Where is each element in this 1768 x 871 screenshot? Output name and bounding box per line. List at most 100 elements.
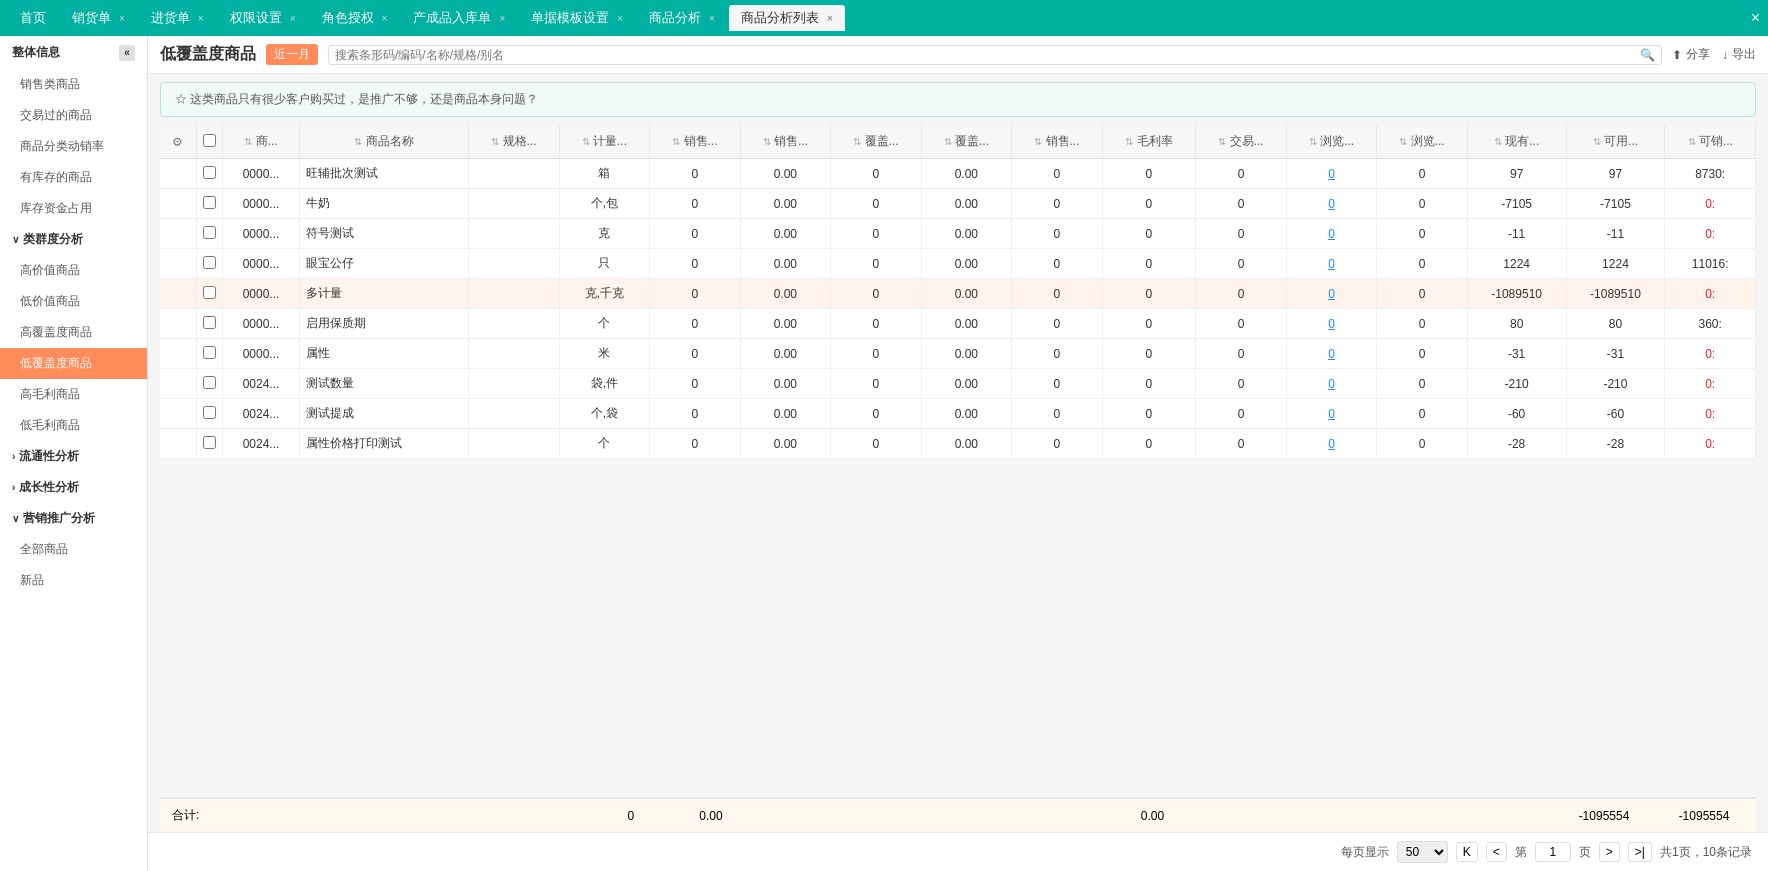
- row-browse1[interactable]: 0: [1286, 399, 1377, 429]
- sidebar-item-high-value[interactable]: 高价值商品: [0, 255, 147, 286]
- current-stock-col-header[interactable]: ⇅ 现有...: [1467, 125, 1566, 159]
- cover2-col-header[interactable]: ⇅ 覆盖...: [921, 125, 1012, 159]
- page-number-input[interactable]: [1535, 842, 1571, 862]
- nav-tab-purchase[interactable]: 进货单 ×: [139, 5, 216, 31]
- sidebar-whole-info-header[interactable]: 整体信息 «: [0, 36, 147, 69]
- row-browse1[interactable]: 0: [1286, 309, 1377, 339]
- row-checkbox[interactable]: [196, 189, 222, 219]
- time-filter-button[interactable]: 近一月: [266, 44, 318, 65]
- unit-col-header[interactable]: ⇅ 计量...: [559, 125, 650, 159]
- prev-page-button[interactable]: <: [1486, 842, 1507, 862]
- sidebar-item-capital[interactable]: 库存资金占用: [0, 193, 147, 224]
- close-goods-list-icon[interactable]: ×: [827, 13, 833, 24]
- select-all-checkbox[interactable]: [203, 134, 216, 147]
- cover1-col-header[interactable]: ⇅ 覆盖...: [831, 125, 922, 159]
- nav-tab-template[interactable]: 单据模板设置 ×: [519, 5, 635, 31]
- nav-tab-roles[interactable]: 角色授权 ×: [310, 5, 400, 31]
- code-col-header[interactable]: ⇅ 商...: [222, 125, 299, 159]
- row-select-checkbox[interactable]: [203, 256, 216, 269]
- sidebar-item-high-coverage[interactable]: 高覆盖度商品: [0, 317, 147, 348]
- settings-col-header[interactable]: ⚙: [160, 125, 196, 159]
- row-select-checkbox[interactable]: [203, 436, 216, 449]
- row-checkbox[interactable]: [196, 219, 222, 249]
- last-page-button[interactable]: >|: [1628, 842, 1652, 862]
- sidebar-item-category-rate[interactable]: 商品分类动销率: [0, 131, 147, 162]
- close-purchase-icon[interactable]: ×: [198, 13, 204, 24]
- row-select-checkbox[interactable]: [203, 196, 216, 209]
- browse1-col-header[interactable]: ⇅ 浏览...: [1286, 125, 1377, 159]
- close-roles-icon[interactable]: ×: [382, 13, 388, 24]
- row-checkbox[interactable]: [196, 309, 222, 339]
- row-select-checkbox[interactable]: [203, 376, 216, 389]
- sidebar-item-low-value[interactable]: 低价值商品: [0, 286, 147, 317]
- row-checkbox[interactable]: [196, 399, 222, 429]
- nav-tab-goods-analysis-list[interactable]: 商品分析列表 ×: [729, 5, 845, 31]
- table-settings-icon[interactable]: ⚙: [172, 135, 183, 149]
- total-current-stock: -1095554: [1564, 809, 1644, 823]
- trans-col-header[interactable]: ⇅ 交易...: [1196, 125, 1287, 159]
- first-page-button[interactable]: K: [1456, 842, 1478, 862]
- sidebar-item-high-margin[interactable]: 高毛利商品: [0, 379, 147, 410]
- row-browse1[interactable]: 0: [1286, 429, 1377, 459]
- search-input[interactable]: [335, 48, 1636, 62]
- row-browse1[interactable]: 0: [1286, 249, 1377, 279]
- row-checkbox[interactable]: [196, 339, 222, 369]
- nav-tab-sales[interactable]: 销货单 ×: [60, 5, 137, 31]
- sidebar-item-new-goods[interactable]: 新品: [0, 565, 147, 596]
- sidebar-group-cluster[interactable]: ∨ 类群度分析: [0, 224, 147, 255]
- row-checkbox[interactable]: [196, 279, 222, 309]
- row-select-checkbox[interactable]: [203, 316, 216, 329]
- export-button[interactable]: ↓ 导出: [1722, 46, 1756, 63]
- sellable-col-header[interactable]: ⇅ 可销...: [1665, 125, 1756, 159]
- spec-col-header[interactable]: ⇅ 规格...: [469, 125, 560, 159]
- sidebar-item-in-stock[interactable]: 有库存的商品: [0, 162, 147, 193]
- close-permissions-icon[interactable]: ×: [290, 13, 296, 24]
- row-select-checkbox[interactable]: [203, 166, 216, 179]
- nav-tab-home[interactable]: 首页: [8, 5, 58, 31]
- row-checkbox[interactable]: [196, 429, 222, 459]
- sidebar-item-all-goods[interactable]: 全部商品: [0, 534, 147, 565]
- row-browse1[interactable]: 0: [1286, 279, 1377, 309]
- name-col-header[interactable]: ⇅ 商品名称: [300, 125, 469, 159]
- row-browse1[interactable]: 0: [1286, 369, 1377, 399]
- nav-tab-permissions[interactable]: 权限设置 ×: [218, 5, 308, 31]
- sales2-col-header[interactable]: ⇅ 销售...: [1012, 125, 1103, 159]
- sidebar-group-liquidity[interactable]: › 流通性分析: [0, 441, 147, 472]
- row-browse1[interactable]: 0: [1286, 219, 1377, 249]
- sidebar-item-sales-goods[interactable]: 销售类商品: [0, 69, 147, 100]
- row-browse1[interactable]: 0: [1286, 339, 1377, 369]
- available-col-header[interactable]: ⇅ 可用...: [1566, 125, 1665, 159]
- nav-tab-production[interactable]: 产成品入库单 ×: [401, 5, 517, 31]
- row-select-checkbox[interactable]: [203, 226, 216, 239]
- sidebar-item-low-margin[interactable]: 低毛利商品: [0, 410, 147, 441]
- close-template-icon[interactable]: ×: [617, 13, 623, 24]
- row-browse1[interactable]: 0: [1286, 159, 1377, 189]
- sales-amt-col-header[interactable]: ⇅ 销售...: [740, 125, 831, 159]
- data-table-container[interactable]: ⚙ ⇅ 商... ⇅ 商品名称 ⇅ 规格... ⇅ 计量... ⇅ 销售... …: [160, 125, 1756, 797]
- nav-tab-goods-analysis[interactable]: 商品分析 ×: [637, 5, 727, 31]
- sidebar-group-marketing[interactable]: ∨ 营销推广分析: [0, 503, 147, 534]
- close-all-tabs-button[interactable]: ×: [1751, 9, 1760, 27]
- sidebar-item-traded-goods[interactable]: 交易过的商品: [0, 100, 147, 131]
- row-checkbox[interactable]: [196, 159, 222, 189]
- row-select-checkbox[interactable]: [203, 346, 216, 359]
- row-checkbox[interactable]: [196, 369, 222, 399]
- sales-qty-col-header[interactable]: ⇅ 销售...: [650, 125, 741, 159]
- row-checkbox[interactable]: [196, 249, 222, 279]
- row-browse1[interactable]: 0: [1286, 189, 1377, 219]
- sidebar-collapse-button[interactable]: «: [119, 45, 135, 61]
- gross-rate-col-header[interactable]: ⇅ 毛利率: [1102, 125, 1196, 159]
- page-size-select[interactable]: 50 100 200: [1397, 841, 1448, 863]
- sidebar-item-low-coverage[interactable]: 低覆盖度商品: [0, 348, 147, 379]
- close-production-icon[interactable]: ×: [499, 13, 505, 24]
- close-goods-analysis-icon[interactable]: ×: [709, 13, 715, 24]
- next-page-button[interactable]: >: [1599, 842, 1620, 862]
- row-select-checkbox[interactable]: [203, 286, 216, 299]
- browse2-col-header[interactable]: ⇅ 浏览...: [1377, 125, 1468, 159]
- sidebar-group-growth[interactable]: › 成长性分析: [0, 472, 147, 503]
- row-cover2: 0.00: [921, 189, 1012, 219]
- share-button[interactable]: ⬆ 分享: [1672, 46, 1710, 63]
- row-select-checkbox[interactable]: [203, 406, 216, 419]
- checkbox-col-header[interactable]: [196, 125, 222, 159]
- close-sales-icon[interactable]: ×: [119, 13, 125, 24]
